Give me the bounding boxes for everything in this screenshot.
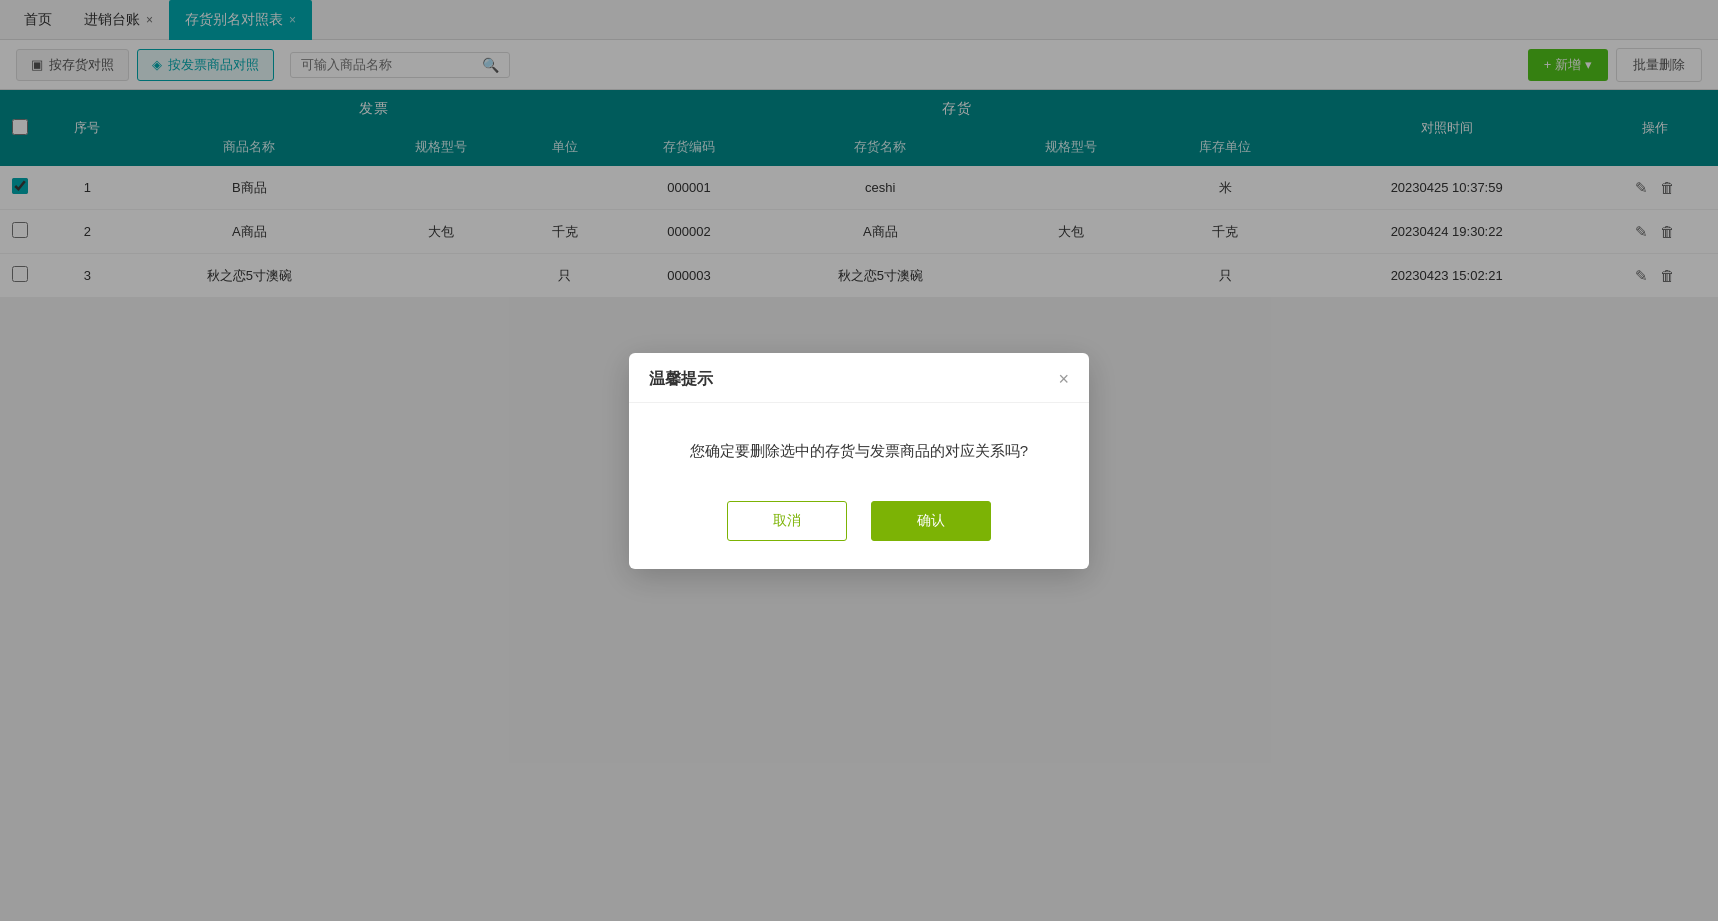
modal-body: 您确定要删除选中的存货与发票商品的对应关系吗?: [629, 403, 1089, 491]
modal-dialog: 温馨提示 × 您确定要删除选中的存货与发票商品的对应关系吗? 取消 确认: [629, 353, 1089, 569]
modal-title: 温馨提示: [649, 369, 713, 390]
modal-footer: 取消 确认: [629, 491, 1089, 569]
modal-confirm-button[interactable]: 确认: [871, 501, 991, 541]
modal-cancel-button[interactable]: 取消: [727, 501, 847, 541]
modal-overlay: 温馨提示 × 您确定要删除选中的存货与发票商品的对应关系吗? 取消 确认: [0, 0, 1718, 921]
modal-close-button[interactable]: ×: [1058, 370, 1069, 388]
modal-header: 温馨提示 ×: [629, 353, 1089, 403]
modal-message: 您确定要删除选中的存货与发票商品的对应关系吗?: [690, 442, 1028, 459]
